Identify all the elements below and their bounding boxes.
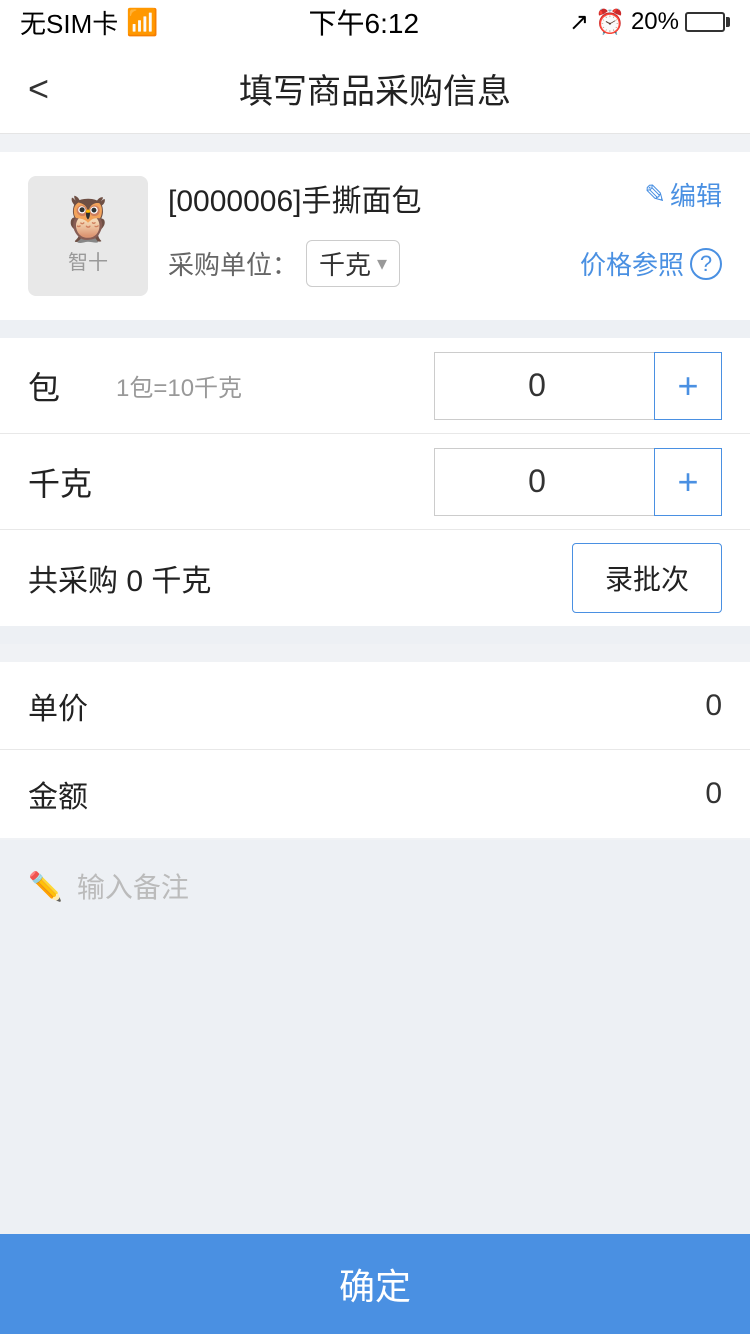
remark-section[interactable]: ✏️ 输入备注 bbox=[0, 840, 750, 932]
quantity-plus-bao[interactable]: + bbox=[654, 352, 722, 420]
chevron-down-icon: ▾ bbox=[377, 251, 387, 276]
edit-button[interactable]: ✎ 编辑 bbox=[644, 176, 722, 213]
bottom-filler bbox=[0, 932, 750, 1234]
carrier-text: 无SIM卡 bbox=[20, 4, 118, 41]
quantity-input-wrap-bao: + bbox=[434, 352, 722, 420]
product-unit-row: 采购单位： 千克 ▾ 价格参照 ? bbox=[168, 240, 722, 287]
product-image: 🦉 智十 bbox=[28, 176, 148, 296]
product-owl-icon: 🦉 bbox=[61, 198, 116, 242]
location-icon: ↗ bbox=[569, 8, 589, 37]
price-section: 单价 0 金额 0 bbox=[0, 662, 750, 838]
quantity-label-bao: 包 bbox=[28, 363, 108, 409]
alarm-icon: ⏰ bbox=[595, 8, 625, 37]
price-row-unit: 单价 0 bbox=[0, 662, 750, 750]
status-left: 无SIM卡 📶 bbox=[20, 4, 159, 41]
product-brand-label: 智十 bbox=[68, 246, 108, 275]
product-info: [0000006]手撕面包 ✎ 编辑 采购单位： 千克 ▾ 价格参照 ? bbox=[168, 176, 722, 287]
summary-text: 共采购 0 千克 bbox=[28, 556, 211, 600]
battery-percent: 20% bbox=[631, 8, 679, 36]
quantity-section: 包 1包=10千克 + 千克 + bbox=[0, 338, 750, 530]
help-icon: ? bbox=[690, 248, 722, 280]
price-label-total: 金额 bbox=[28, 772, 88, 816]
summary-prefix: 共采购 bbox=[28, 565, 118, 598]
section-divider-1 bbox=[0, 320, 750, 338]
quantity-input-bao[interactable] bbox=[434, 352, 654, 420]
section-divider-2 bbox=[0, 626, 750, 644]
edit-label: 编辑 bbox=[670, 176, 722, 213]
product-header: [0000006]手撕面包 ✎ 编辑 bbox=[168, 176, 722, 220]
battery-icon bbox=[685, 12, 730, 32]
status-right: ↗ ⏰ 20% bbox=[569, 8, 730, 37]
batch-button[interactable]: 录批次 bbox=[572, 543, 722, 613]
unit-label: 采购单位： bbox=[168, 245, 298, 282]
quantity-input-kg[interactable] bbox=[434, 448, 654, 516]
page-title: 填写商品采购信息 bbox=[239, 64, 511, 113]
price-ref-button[interactable]: 价格参照 ? bbox=[580, 245, 722, 282]
price-ref-label: 价格参照 bbox=[580, 245, 684, 282]
product-name: [0000006]手撕面包 bbox=[168, 176, 644, 220]
back-button[interactable]: < bbox=[28, 68, 49, 110]
unit-select[interactable]: 千克 ▾ bbox=[306, 240, 400, 287]
wifi-icon: 📶 bbox=[126, 7, 158, 38]
remark-placeholder: 输入备注 bbox=[77, 866, 189, 906]
unit-value: 千克 bbox=[319, 245, 371, 282]
status-bar: 无SIM卡 📶 下午6:12 ↗ ⏰ 20% bbox=[0, 0, 750, 44]
price-label-unit: 单价 bbox=[28, 684, 88, 728]
summary-unit: 千克 bbox=[151, 565, 211, 598]
pencil-icon: ✏️ bbox=[28, 870, 63, 903]
quantity-label-kg: 千克 bbox=[28, 459, 108, 505]
quantity-plus-kg[interactable]: + bbox=[654, 448, 722, 516]
summary-row: 共采购 0 千克 录批次 bbox=[0, 530, 750, 626]
status-time: 下午6:12 bbox=[309, 2, 420, 42]
quantity-row-kg: 千克 + bbox=[0, 434, 750, 530]
price-row-total: 金额 0 bbox=[0, 750, 750, 838]
price-value-total: 0 bbox=[705, 777, 722, 811]
quantity-sublabel-bao: 1包=10千克 bbox=[116, 368, 434, 403]
quantity-row-bao: 包 1包=10千克 + bbox=[0, 338, 750, 434]
product-card: 🦉 智十 [0000006]手撕面包 ✎ 编辑 采购单位： 千克 ▾ bbox=[0, 152, 750, 320]
edit-icon: ✎ bbox=[644, 179, 666, 210]
price-value-unit: 0 bbox=[705, 689, 722, 723]
page-wrapper: 无SIM卡 📶 下午6:12 ↗ ⏰ 20% < 填写商品采购信息 🦉 智十 [… bbox=[0, 0, 750, 1334]
quantity-input-wrap-kg: + bbox=[434, 448, 722, 516]
confirm-button[interactable]: 确定 bbox=[0, 1234, 750, 1334]
summary-value: 0 bbox=[126, 565, 143, 598]
nav-bar: < 填写商品采购信息 bbox=[0, 44, 750, 134]
